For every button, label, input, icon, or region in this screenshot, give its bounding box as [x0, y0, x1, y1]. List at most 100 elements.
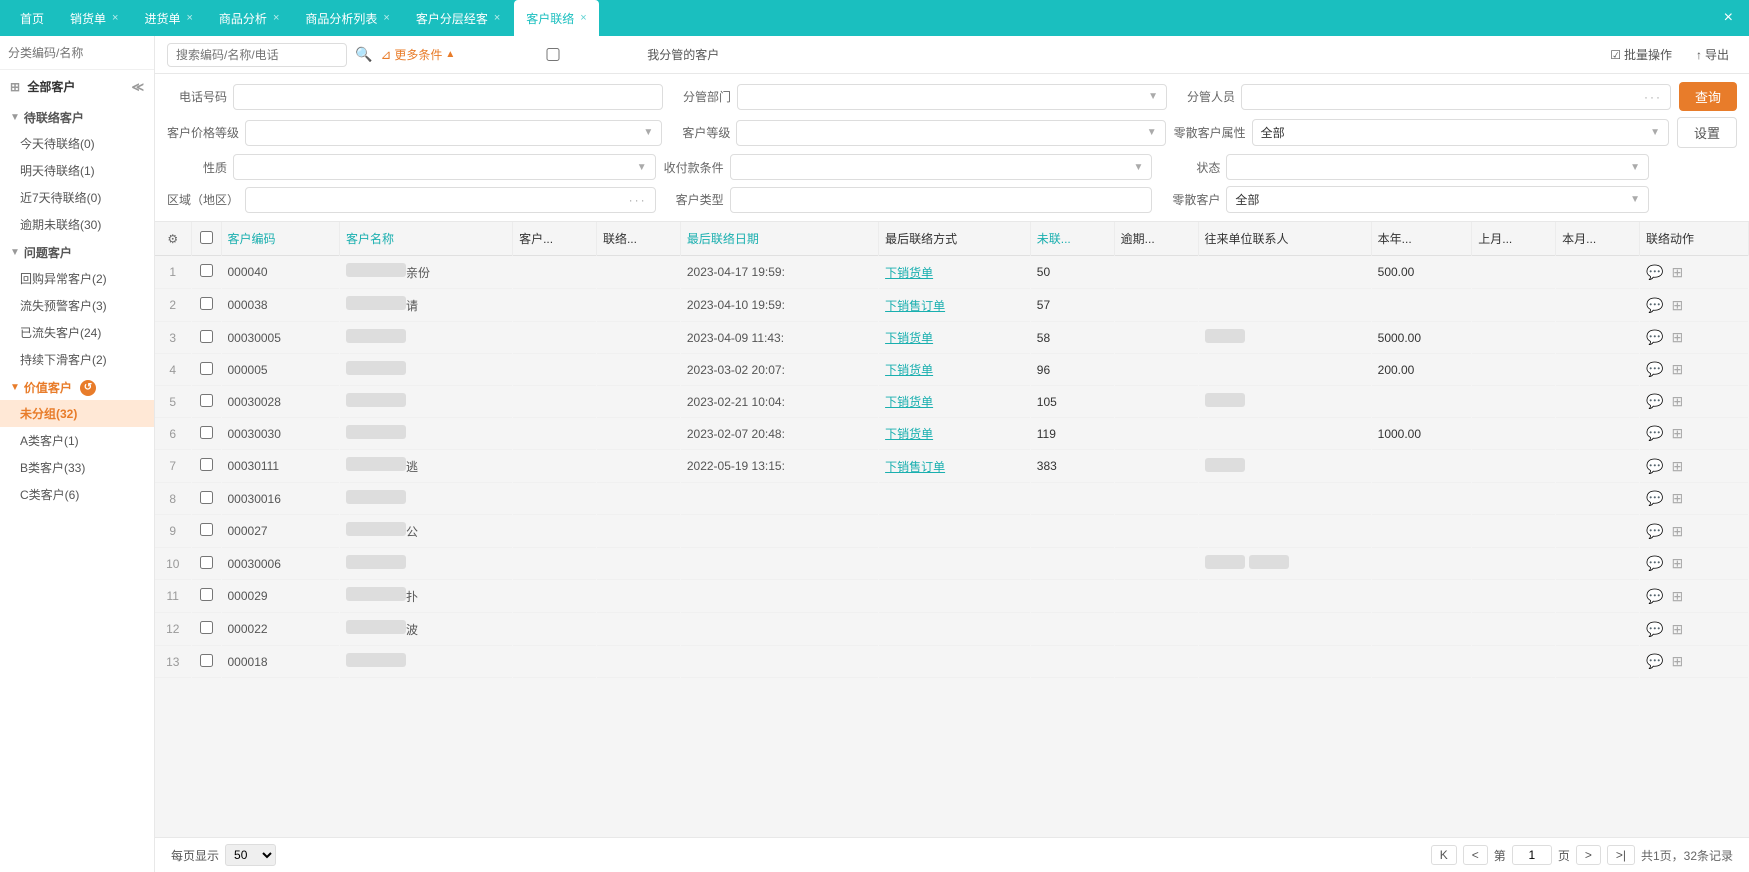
export-button[interactable]: ↑ 导出	[1688, 42, 1737, 67]
comment-action-icon[interactable]: 💬	[1646, 425, 1663, 442]
cell-last-contact-method[interactable]: 下销货单	[879, 354, 1031, 386]
row-checkbox[interactable]	[200, 297, 213, 310]
cell-last-contact-method[interactable]: 下销货单	[879, 386, 1031, 418]
search-button[interactable]: 🔍	[355, 46, 372, 63]
th-last-contact-date[interactable]: 最后联络日期	[680, 222, 878, 256]
cell-checkbox[interactable]	[191, 450, 221, 483]
status-input[interactable]: ▼	[1226, 154, 1649, 180]
tab-product-list-close[interactable]: ×	[383, 12, 389, 24]
comment-action-icon[interactable]: 💬	[1646, 653, 1663, 670]
comment-action-icon[interactable]: 💬	[1646, 555, 1663, 572]
dept-input[interactable]: ▼	[737, 84, 1167, 110]
grid-action-icon[interactable]: ⊞	[1671, 297, 1683, 314]
customer-level-input[interactable]: ▼	[736, 120, 1165, 146]
cell-last-contact-method[interactable]: 下销售订单	[879, 289, 1031, 322]
row-checkbox[interactable]	[200, 588, 213, 601]
sidebar-item-tomorrow[interactable]: 明天待联络(1)	[0, 157, 154, 184]
comment-action-icon[interactable]: 💬	[1646, 621, 1663, 638]
my-customers-checkbox[interactable]	[463, 48, 643, 61]
cell-checkbox[interactable]	[191, 354, 221, 386]
sidebar-group-value[interactable]: ▼ 价值客户 ↺	[0, 373, 154, 400]
cell-checkbox[interactable]	[191, 548, 221, 580]
tab-customer-segment-close[interactable]: ×	[494, 12, 500, 24]
region-input[interactable]: ···	[245, 187, 656, 213]
row-checkbox[interactable]	[200, 491, 213, 504]
tab-customer-contact[interactable]: 客户联络 ×	[514, 0, 598, 36]
grid-action-icon[interactable]: ⊞	[1671, 264, 1683, 281]
gender-input[interactable]: ▼	[233, 154, 656, 180]
sidebar-item-7days[interactable]: 近7天待联络(0)	[0, 184, 154, 211]
sidebar-group-problem[interactable]: ▼ 问题客户	[0, 238, 154, 265]
sidebar-item-today[interactable]: 今天待联络(0)	[0, 130, 154, 157]
comment-action-icon[interactable]: 💬	[1646, 361, 1663, 378]
th-no-contact[interactable]: 未联...	[1030, 222, 1114, 256]
next-page-button[interactable]: >	[1576, 845, 1601, 865]
window-close-button[interactable]: ×	[1716, 9, 1741, 27]
grid-action-icon[interactable]: ⊞	[1671, 490, 1683, 507]
comment-action-icon[interactable]: 💬	[1646, 329, 1663, 346]
first-page-button[interactable]: K	[1431, 845, 1457, 865]
tab-sales[interactable]: 销货单 ×	[58, 0, 130, 36]
tab-purchase-close[interactable]: ×	[186, 12, 192, 24]
sidebar-item-churn-warn[interactable]: 流失预警客户(3)	[0, 292, 154, 319]
tab-customer-segment[interactable]: 客户分层经客 ×	[404, 0, 512, 36]
cell-checkbox[interactable]	[191, 580, 221, 613]
sidebar-item-class-c[interactable]: C类客户(6)	[0, 481, 154, 508]
sidebar-item-class-b[interactable]: B类客户(33)	[0, 454, 154, 481]
tab-product-analysis-close[interactable]: ×	[273, 12, 279, 24]
row-checkbox[interactable]	[200, 458, 213, 471]
cell-checkbox[interactable]	[191, 418, 221, 450]
row-checkbox[interactable]	[200, 264, 213, 277]
cell-last-contact-method[interactable]: 下销售订单	[879, 450, 1031, 483]
manager-input[interactable]: ···	[1241, 84, 1671, 110]
cell-checkbox[interactable]	[191, 256, 221, 289]
cell-last-contact-method[interactable]: 下销货单	[879, 256, 1031, 289]
cell-checkbox[interactable]	[191, 483, 221, 515]
grid-action-icon[interactable]: ⊞	[1671, 393, 1683, 410]
cell-checkbox[interactable]	[191, 386, 221, 418]
tab-customer-contact-close[interactable]: ×	[580, 12, 586, 24]
tab-sales-close[interactable]: ×	[112, 12, 118, 24]
grid-action-icon[interactable]: ⊞	[1671, 653, 1683, 670]
grid-action-icon[interactable]: ⊞	[1671, 588, 1683, 605]
grid-action-icon[interactable]: ⊞	[1671, 621, 1683, 638]
query-button[interactable]: 查询	[1679, 82, 1737, 111]
comment-action-icon[interactable]: 💬	[1646, 458, 1663, 475]
cell-last-contact-method[interactable]: 下销货单	[879, 418, 1031, 450]
batch-op-button[interactable]: ☑ 批量操作	[1602, 42, 1680, 67]
comment-action-icon[interactable]: 💬	[1646, 297, 1663, 314]
row-checkbox[interactable]	[200, 426, 213, 439]
cell-checkbox[interactable]	[191, 613, 221, 646]
grid-action-icon[interactable]: ⊞	[1671, 329, 1683, 346]
row-checkbox[interactable]	[200, 362, 213, 375]
cell-last-contact-method[interactable]: 下销货单	[879, 322, 1031, 354]
sidebar-item-overdue[interactable]: 逾期未联络(30)	[0, 211, 154, 238]
grid-action-icon[interactable]: ⊞	[1671, 523, 1683, 540]
comment-action-icon[interactable]: 💬	[1646, 523, 1663, 540]
settings-icon[interactable]: ⚙	[167, 232, 178, 246]
sidebar-item-class-a[interactable]: A类客户(1)	[0, 427, 154, 454]
prev-page-button[interactable]: <	[1463, 845, 1488, 865]
customer-type-input[interactable]	[730, 187, 1153, 213]
comment-action-icon[interactable]: 💬	[1646, 393, 1663, 410]
row-checkbox[interactable]	[200, 621, 213, 634]
sidebar-item-declining[interactable]: 持续下滑客户(2)	[0, 346, 154, 373]
row-checkbox[interactable]	[200, 330, 213, 343]
grid-action-icon[interactable]: ⊞	[1671, 458, 1683, 475]
tab-purchase[interactable]: 进货单 ×	[132, 0, 204, 36]
price-level-input[interactable]: ▼	[245, 120, 662, 146]
cell-checkbox[interactable]	[191, 515, 221, 548]
select-all-checkbox[interactable]	[200, 231, 213, 244]
sidebar-search-input[interactable]	[8, 46, 155, 60]
tab-home[interactable]: 首页	[8, 0, 56, 36]
sidebar-group-pending[interactable]: ▼ 待联络客户	[0, 103, 154, 130]
page-size-select[interactable]: 50 100 200	[225, 844, 276, 866]
sidebar-item-churned[interactable]: 已流失客户(24)	[0, 319, 154, 346]
sidebar-item-ungrouped[interactable]: 未分组(32)	[0, 400, 154, 427]
grid-action-icon[interactable]: ⊞	[1671, 425, 1683, 442]
row-checkbox[interactable]	[200, 654, 213, 667]
search-input[interactable]	[167, 43, 347, 67]
cell-checkbox[interactable]	[191, 289, 221, 322]
cell-checkbox[interactable]	[191, 646, 221, 678]
more-conditions-button[interactable]: ⊿ 更多条件 ▲	[380, 46, 455, 63]
